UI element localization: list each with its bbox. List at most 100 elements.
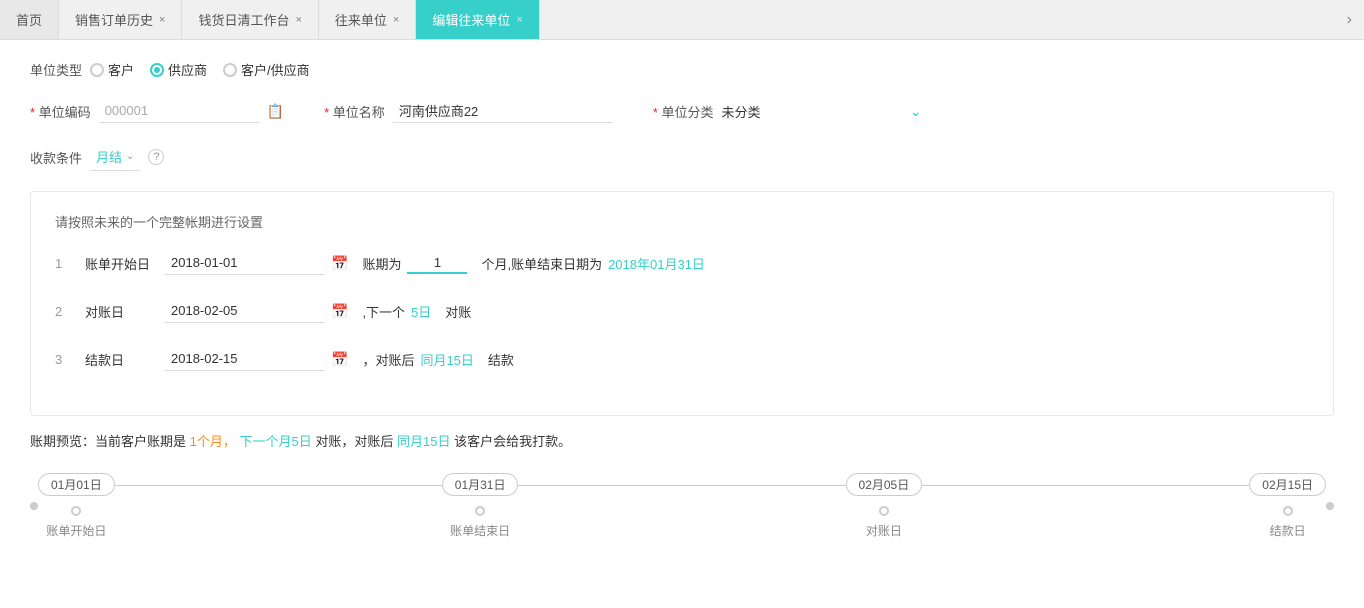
timeline-point-1: 01月31日 账单结束日 xyxy=(442,473,519,539)
unit-code-label: 单位编码 xyxy=(30,102,91,121)
timeline-label-0: 账单开始日 xyxy=(46,522,106,539)
row-1-suffix-before: 账期为 xyxy=(362,254,401,273)
tab-partner-close[interactable]: × xyxy=(393,14,399,26)
radio-supplier[interactable]: 供应商 xyxy=(150,60,207,79)
unit-name-input[interactable] xyxy=(393,99,613,123)
timeline-date-0: 01月01日 xyxy=(38,473,115,496)
timeline-label-1: 账单结束日 xyxy=(450,522,510,539)
radio-both-label: 客户/供应商 xyxy=(241,60,310,79)
unit-type-label: 单位类型 xyxy=(30,60,82,79)
preview-part5: 该客户会给我打款。 xyxy=(454,434,571,449)
row-2-prefix: ,下一个 xyxy=(362,302,405,321)
tab-home-label: 首页 xyxy=(16,10,42,29)
radio-both-circle xyxy=(223,63,237,77)
radio-customer-circle xyxy=(90,63,104,77)
preview-text: 账期预览：当前客户账期是 1个月， 下一个月5日 对账，对账后 同月15日 该客… xyxy=(30,432,1334,453)
tab-cash-work-label: 钱货日清工作台 xyxy=(198,10,289,29)
timeline-dot-0 xyxy=(71,506,81,516)
tab-more-button[interactable]: › xyxy=(1335,0,1364,39)
unit-type-item: 单位类型 客户 供应商 客户/供应商 xyxy=(30,60,310,79)
row-2-suffix: 对账 xyxy=(445,302,471,321)
timeline-dot-1 xyxy=(475,506,485,516)
settings-box: 请按照未来的一个完整帐期进行设置 1 账单开始日 📅 账期为 个月,账单结束日期… xyxy=(30,191,1334,416)
row-2-highlight: 5日 xyxy=(411,302,431,321)
help-icon[interactable]: ? xyxy=(148,149,164,165)
timeline-right-dot xyxy=(1326,502,1334,510)
unit-type-row: 单位类型 客户 供应商 客户/供应商 xyxy=(30,60,1334,79)
classify-arrow-icon: ⌄ xyxy=(910,103,922,120)
code-name-classify-row: 单位编码 📋 单位名称 单位分类 未分类 ⌄ xyxy=(30,99,1334,123)
period-input[interactable] xyxy=(407,253,467,274)
unit-name-label: 单位名称 xyxy=(324,102,385,121)
row-1-cal-icon[interactable]: 📅 xyxy=(331,255,348,272)
timeline-points: 01月01日 账单开始日 01月31日 账单结束日 02月05日 对账日 02月… xyxy=(38,473,1326,539)
payment-terms-dropdown[interactable]: 月结 ⌄ xyxy=(90,143,140,171)
preview-part4: 同月15日 xyxy=(397,434,450,449)
tab-cash-work-close[interactable]: × xyxy=(295,14,301,26)
row-1-highlight: 2018年01月31日 xyxy=(608,254,705,273)
row-3-suffix: 结款 xyxy=(488,350,514,369)
payment-terms-arrow-icon: ⌄ xyxy=(126,151,134,162)
settings-title: 请按照未来的一个完整帐期进行设置 xyxy=(55,212,1309,231)
tab-cash-work[interactable]: 钱货日清工作台 × xyxy=(182,0,318,39)
radio-both[interactable]: 客户/供应商 xyxy=(223,60,310,79)
timeline-dot-2 xyxy=(879,506,889,516)
row-3-cal-icon[interactable]: 📅 xyxy=(331,351,348,368)
row-3-label: 结款日 xyxy=(85,350,165,369)
preview-part1: 1个月， xyxy=(190,434,236,449)
row-3-prefix: ，对账后 xyxy=(362,350,414,369)
tab-home[interactable]: 首页 xyxy=(0,0,59,39)
preview-part3: 对账，对账后 xyxy=(315,434,393,449)
preview-label: 账期预览：当前客户账期是 xyxy=(30,434,186,449)
timeline-dot-3 xyxy=(1283,506,1293,516)
row-1-date-input[interactable] xyxy=(165,251,325,275)
timeline: 01月01日 账单开始日 01月31日 账单结束日 02月05日 对账日 02月… xyxy=(30,473,1334,539)
unit-code-input[interactable] xyxy=(99,99,259,123)
row-1-value: 📅 账期为 个月,账单结束日期为 2018年01月31日 xyxy=(165,251,705,275)
row-2-date-input[interactable] xyxy=(165,299,325,323)
radio-customer-label: 客户 xyxy=(108,60,134,79)
tab-sales-history-label: 销售订单历史 xyxy=(75,10,153,29)
unit-classify-dropdown[interactable]: 未分类 ⌄ xyxy=(722,102,922,121)
payment-terms-label: 收款条件 xyxy=(30,148,82,167)
unit-type-radio-group: 客户 供应商 客户/供应商 xyxy=(90,60,310,79)
payment-terms-row: 收款条件 月结 ⌄ ? xyxy=(30,143,1334,171)
timeline-label-2: 对账日 xyxy=(866,522,902,539)
payment-terms-item: 收款条件 月结 ⌄ ? xyxy=(30,143,164,171)
timeline-label-3: 结款日 xyxy=(1270,522,1306,539)
page-content: 单位类型 客户 供应商 客户/供应商 单位编码 📋 xyxy=(0,40,1364,608)
radio-customer[interactable]: 客户 xyxy=(90,60,134,79)
unit-classify-value: 未分类 xyxy=(722,102,904,121)
row-3-date-input[interactable] xyxy=(165,347,325,371)
row-3-num: 3 xyxy=(55,352,85,367)
unit-code-icon[interactable]: 📋 xyxy=(267,103,284,120)
row-2-num: 2 xyxy=(55,304,85,319)
timeline-left-dot xyxy=(30,502,38,510)
unit-name-item: 单位名称 xyxy=(324,99,613,123)
setting-row-3: 3 结款日 📅 ，对账后 同月15日 结款 xyxy=(55,347,1309,371)
row-3-highlight: 同月15日 xyxy=(420,350,473,369)
row-1-num: 1 xyxy=(55,256,85,271)
tab-edit-partner-close[interactable]: × xyxy=(516,14,522,26)
radio-supplier-label: 供应商 xyxy=(168,60,207,79)
tab-partner-label: 往来单位 xyxy=(335,10,387,29)
row-3-value: 📅 ，对账后 同月15日 结款 xyxy=(165,347,514,371)
tab-edit-partner[interactable]: 编辑往来单位 × xyxy=(416,0,539,39)
payment-terms-value: 月结 xyxy=(96,147,122,166)
tab-bar: 首页 销售订单历史 × 钱货日清工作台 × 往来单位 × 编辑往来单位 × › xyxy=(0,0,1364,40)
radio-supplier-circle xyxy=(150,63,164,77)
unit-classify-item: 单位分类 未分类 ⌄ xyxy=(653,102,922,121)
timeline-point-3: 02月15日 结款日 xyxy=(1249,473,1326,539)
tab-partner[interactable]: 往来单位 × xyxy=(319,0,416,39)
row-1-suffix-after: 个月,账单结束日期为 xyxy=(481,254,602,273)
row-2-cal-icon[interactable]: 📅 xyxy=(331,303,348,320)
timeline-point-2: 02月05日 对账日 xyxy=(846,473,923,539)
preview-part2: 下一个月5日 xyxy=(240,434,312,449)
timeline-inner: 01月01日 账单开始日 01月31日 账单结束日 02月05日 对账日 02月… xyxy=(38,473,1326,539)
row-1-label: 账单开始日 xyxy=(85,254,165,273)
tab-sales-history-close[interactable]: × xyxy=(159,14,165,26)
tab-sales-history[interactable]: 销售订单历史 × xyxy=(59,0,182,39)
row-2-value: 📅 ,下一个 5日 对账 xyxy=(165,299,471,323)
timeline-point-0: 01月01日 账单开始日 xyxy=(38,473,115,539)
timeline-date-2: 02月05日 xyxy=(846,473,923,496)
